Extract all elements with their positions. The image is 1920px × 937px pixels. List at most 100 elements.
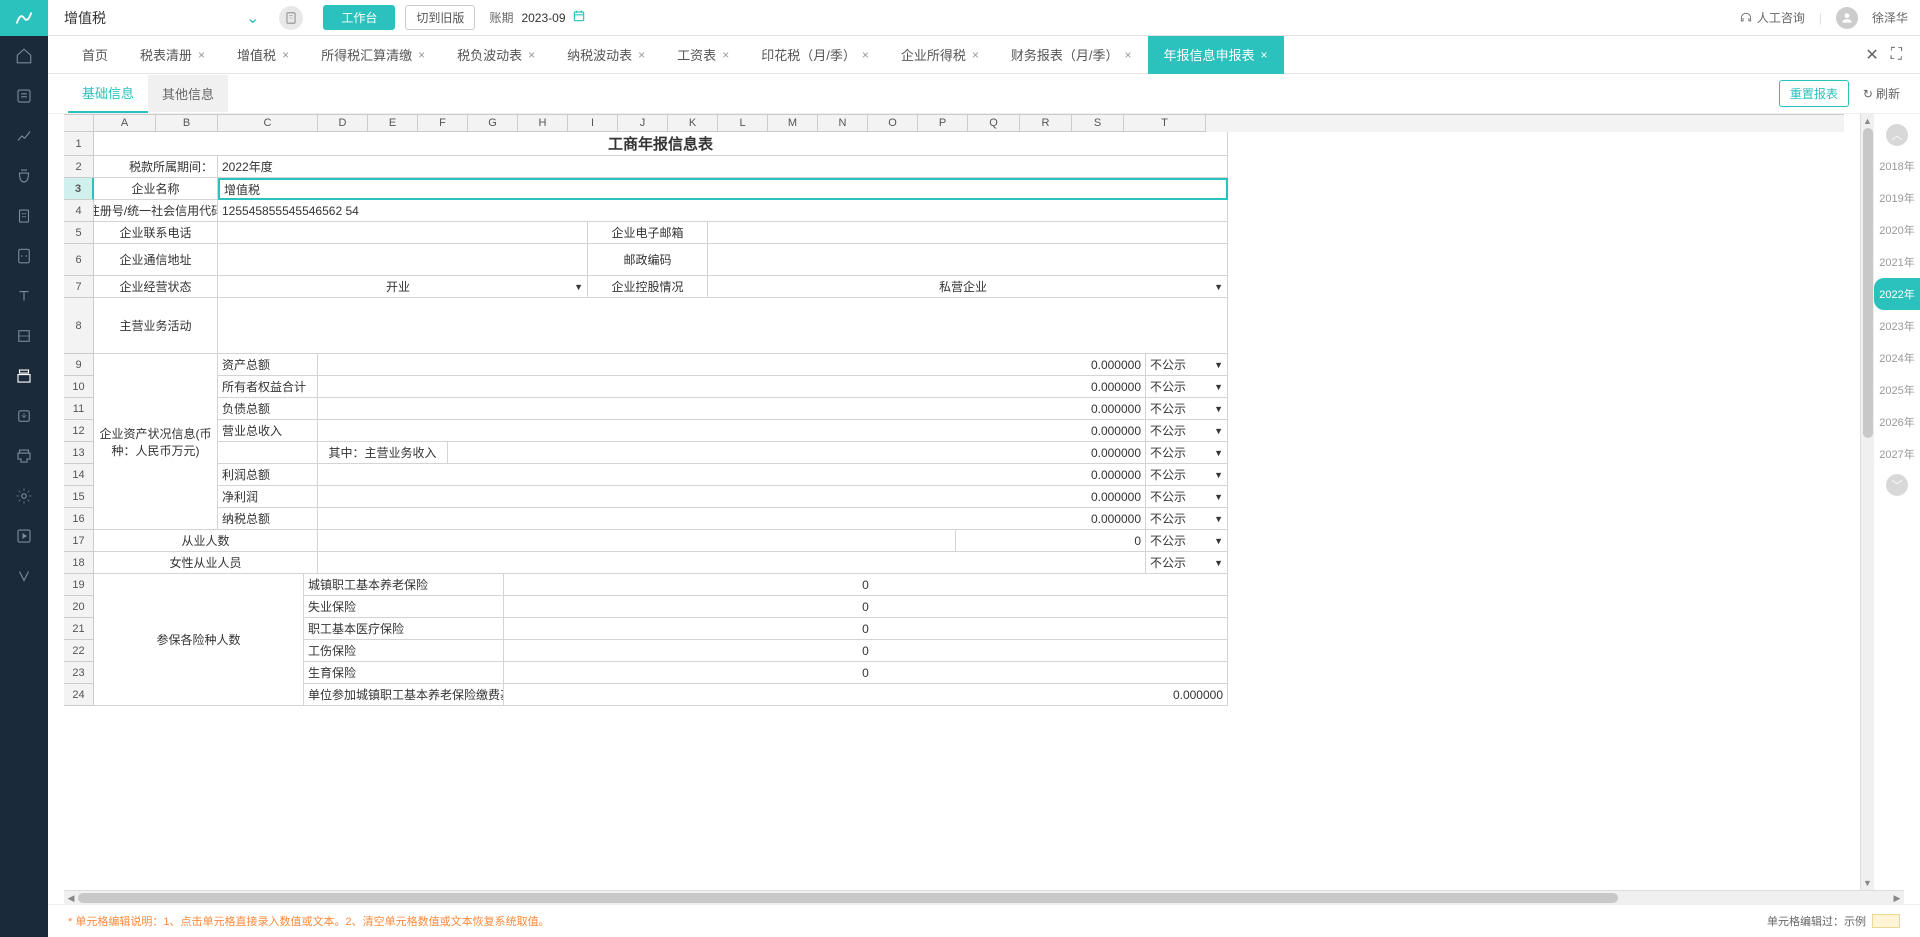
sidebar-chart-icon[interactable]	[0, 116, 48, 156]
tabs-expand-icon[interactable]: ⛶	[1891, 46, 1902, 64]
horizontal-scrollbar[interactable]: ◀ ▶	[64, 890, 1904, 904]
scroll-right-icon[interactable]: ▶	[1890, 891, 1904, 904]
cell[interactable]: 主营业务活动	[94, 298, 218, 354]
cell[interactable]: 0.000000	[318, 398, 1146, 420]
spreadsheet[interactable]: ABCDEFGHIJKLMNOPQRST 1工商年报信息表2税款所属期间：202…	[48, 114, 1860, 890]
col-header[interactable]: G	[468, 115, 518, 132]
cell[interactable]: 0	[504, 640, 1228, 662]
row-header[interactable]: 12	[64, 420, 94, 442]
cell[interactable]: 企业电子邮箱	[588, 222, 708, 244]
cell[interactable]	[318, 530, 956, 552]
cell[interactable]: 0.000000	[318, 508, 1146, 530]
select-cell[interactable]: 开业▼	[218, 276, 588, 298]
cell[interactable]: 0	[504, 618, 1228, 640]
col-header[interactable]: L	[718, 115, 768, 132]
app-logo[interactable]	[0, 0, 48, 36]
consult-button[interactable]: 人工咨询	[1739, 9, 1805, 26]
row-header[interactable]: 14	[64, 464, 94, 486]
sidebar-clipboard-icon[interactable]	[0, 196, 48, 236]
sidebar-font-icon[interactable]	[0, 276, 48, 316]
cell[interactable]: 工商年报信息表	[94, 132, 1228, 156]
scroll-thumb-h[interactable]	[78, 893, 1618, 903]
sidebar-settings-icon[interactable]	[0, 476, 48, 516]
cell[interactable]: 税款所属期间：	[94, 156, 218, 178]
cell[interactable]: 125545855545546562 54	[218, 200, 1228, 222]
tab-9[interactable]: 财务报表（月/季）×	[995, 36, 1148, 74]
col-header[interactable]: O	[868, 115, 918, 132]
cell[interactable]: 注册号/统一社会信用代码	[94, 200, 218, 222]
row-header[interactable]: 9	[64, 354, 94, 376]
cell[interactable]: 从业人数	[94, 530, 318, 552]
tab-close-icon[interactable]: ×	[418, 48, 425, 62]
cell[interactable]: 利润总额	[218, 464, 318, 486]
cell[interactable]	[218, 442, 318, 464]
sidebar-v-icon[interactable]	[0, 556, 48, 596]
row-header[interactable]: 17	[64, 530, 94, 552]
select-cell[interactable]: 不公示▼	[1146, 552, 1228, 574]
col-header[interactable]: B	[156, 115, 218, 132]
col-header[interactable]: Q	[968, 115, 1020, 132]
select-cell[interactable]: 不公示▼	[1146, 530, 1228, 552]
tab-close-icon[interactable]: ×	[638, 48, 645, 62]
workspace-button[interactable]: 工作台	[323, 5, 395, 30]
year-item[interactable]: 2018年	[1874, 150, 1920, 182]
tab-close-icon[interactable]: ×	[1261, 48, 1268, 62]
sidebar-book-icon[interactable]	[0, 76, 48, 116]
select-cell[interactable]: 不公示▼	[1146, 486, 1228, 508]
year-item[interactable]: 2027年	[1874, 438, 1920, 470]
scroll-up-icon[interactable]: ▲	[1861, 114, 1874, 128]
old-version-button[interactable]: 切到旧版	[405, 5, 475, 30]
cell[interactable]: 职工基本医疗保险	[304, 618, 504, 640]
row-header[interactable]: 13	[64, 442, 94, 464]
cell[interactable]: 企业名称	[94, 178, 218, 200]
sidebar-print-icon[interactable]	[0, 436, 48, 476]
year-item[interactable]: 2022年	[1874, 278, 1920, 310]
tab-close-icon[interactable]: ×	[282, 48, 289, 62]
cell[interactable]: 0	[504, 574, 1228, 596]
col-header[interactable]: T	[1124, 115, 1206, 132]
row-header[interactable]: 21	[64, 618, 94, 640]
select-cell[interactable]: 不公示▼	[1146, 398, 1228, 420]
sidebar-tax-icon[interactable]	[0, 316, 48, 356]
row-header[interactable]: 10	[64, 376, 94, 398]
cell[interactable]: 城镇职工基本养老保险	[304, 574, 504, 596]
col-header[interactable]: A	[94, 115, 156, 132]
cell[interactable]: 企业联系电话	[94, 222, 218, 244]
reset-report-button[interactable]: 重置报表	[1779, 80, 1849, 107]
cell[interactable]: 营业总收入	[218, 420, 318, 442]
row-header[interactable]: 24	[64, 684, 94, 706]
cell[interactable]: 0.000000	[504, 684, 1228, 706]
cell[interactable]: 0.000000	[448, 442, 1146, 464]
cell[interactable]	[218, 298, 1228, 354]
col-header[interactable]: P	[918, 115, 968, 132]
row-header[interactable]: 19	[64, 574, 94, 596]
cell[interactable]: 0.000000	[318, 420, 1146, 442]
select-cell[interactable]: 不公示▼	[1146, 354, 1228, 376]
year-item[interactable]: 2020年	[1874, 214, 1920, 246]
cell[interactable]	[708, 222, 1228, 244]
cell[interactable]: 增值税	[218, 178, 1228, 200]
cell[interactable]: 纳税总额	[218, 508, 318, 530]
tab-close-icon[interactable]: ×	[722, 48, 729, 62]
col-header[interactable]: J	[618, 115, 668, 132]
sidebar-report-icon[interactable]	[0, 356, 48, 396]
col-header[interactable]: I	[568, 115, 618, 132]
cell[interactable]: 邮政编码	[588, 244, 708, 276]
cell[interactable]: 0	[504, 662, 1228, 684]
scroll-thumb-v[interactable]	[1863, 128, 1873, 438]
select-cell[interactable]: 不公示▼	[1146, 376, 1228, 398]
cell[interactable]: 单位参加城镇职工基本养老保险缴费基数	[304, 684, 504, 706]
tab-4[interactable]: 税负波动表×	[441, 36, 551, 74]
select-cell[interactable]: 不公示▼	[1146, 508, 1228, 530]
cell[interactable]: 负债总额	[218, 398, 318, 420]
tab-0[interactable]: 首页	[66, 36, 124, 74]
refresh-button[interactable]: ↻ 刷新	[1863, 85, 1900, 102]
tab-close-icon[interactable]: ×	[862, 48, 869, 62]
tab-close-icon[interactable]: ×	[528, 48, 535, 62]
calendar-icon[interactable]	[572, 9, 586, 26]
col-header[interactable]: C	[218, 115, 318, 132]
col-header[interactable]: H	[518, 115, 568, 132]
cell[interactable]: 企业控股情况	[588, 276, 708, 298]
year-scroll-up-icon[interactable]: ︿	[1886, 124, 1908, 146]
tab-8[interactable]: 企业所得税×	[885, 36, 995, 74]
